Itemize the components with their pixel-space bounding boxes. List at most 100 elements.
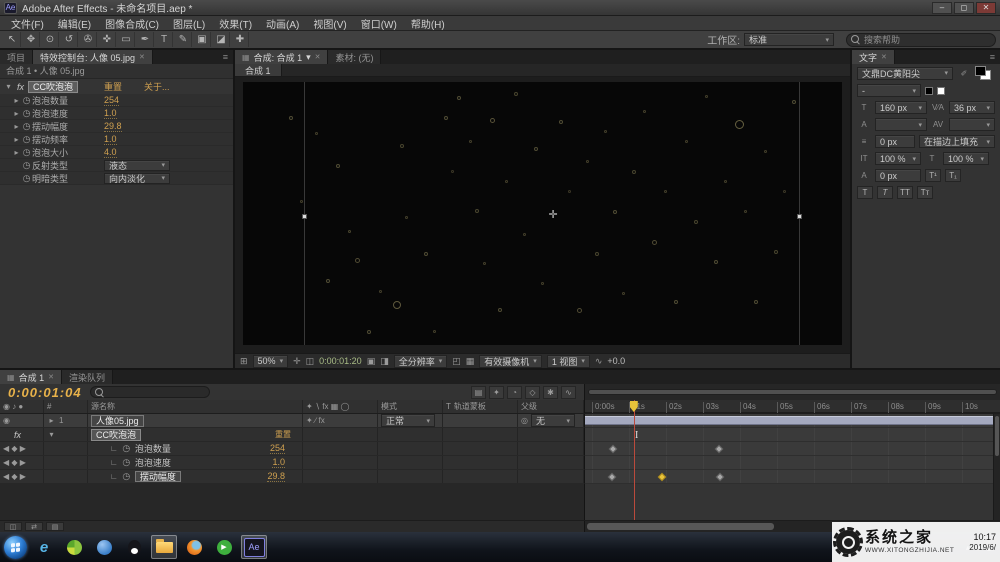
property-value[interactable]: 254 [270, 443, 285, 454]
snapshot-icon[interactable]: ▣ [367, 356, 376, 367]
layer-track[interactable] [585, 414, 1000, 428]
baseline-shift-select[interactable]: 0 px [875, 169, 921, 182]
keyframe-navigator[interactable]: ◀ ◆ ▶ [0, 456, 44, 469]
comp-mini-flowchart-icon[interactable]: ▤ [471, 386, 486, 399]
param-select[interactable]: 向内淡化 ▾ [104, 173, 170, 184]
menu-view[interactable]: 视图(V) [306, 16, 353, 31]
twirl-open-icon[interactable]: ▾ [4, 82, 13, 91]
maximize-button[interactable]: ◻ [954, 2, 974, 14]
property-value[interactable]: 1.0 [272, 457, 285, 468]
effect-name[interactable]: CC吹泡泡 [91, 429, 141, 441]
frame-blend-icon[interactable]: ◇ [525, 386, 540, 399]
layer-switches-icons[interactable]: ✦ ∕ fx [303, 414, 378, 427]
reset-link[interactable]: 重置 [104, 80, 122, 93]
exposure-value[interactable]: +0.0 [607, 356, 625, 366]
white-swatch[interactable] [937, 87, 945, 95]
layer-name[interactable]: 人像05.jpg [91, 415, 144, 427]
stopwatch-icon[interactable]: ◷ [21, 121, 32, 132]
rotation-tool-icon[interactable]: ↺ [61, 32, 78, 47]
start-button[interactable] [4, 536, 27, 559]
close-button[interactable]: ✕ [976, 2, 996, 14]
panel-menu-icon[interactable]: ≡ [985, 50, 1000, 64]
view-layout-select[interactable]: 1 视图 ▾ [547, 355, 590, 368]
twirl-closed-icon[interactable]: ▸ [12, 122, 21, 131]
superscript-button[interactable]: T¹ [925, 169, 941, 182]
stopwatch-icon[interactable]: ◷ [21, 134, 32, 145]
close-icon[interactable]: ✕ [48, 373, 54, 381]
param-value[interactable]: 254 [104, 95, 119, 106]
stopwatch-icon[interactable]: ◷ [21, 108, 32, 119]
param-value[interactable]: 4.0 [104, 147, 117, 158]
motion-blur-icon[interactable]: ✱ [543, 386, 558, 399]
faux-italic-button[interactable]: T [877, 186, 893, 199]
shy-layers-icon[interactable]: ◔ [507, 386, 522, 399]
expand-layer-switches-icon[interactable]: ◫ [4, 522, 22, 531]
expand-transfer-controls-icon[interactable]: ▤ [46, 522, 64, 531]
parent-pickwhip-icon[interactable]: ◎ [521, 416, 528, 425]
blend-mode-select[interactable]: 正常▾ [381, 414, 435, 427]
toggle-switches-modes-icon[interactable]: ⇄ [25, 522, 43, 531]
font-size-select[interactable]: 160 px ▾ [875, 101, 927, 114]
resolution-select[interactable]: 全分辨率 ▾ [394, 355, 448, 368]
time-ruler[interactable]: 0:00s01s02s03s04s05s06s07s08s09s10s [585, 400, 1000, 413]
type-tool-icon[interactable]: T [156, 32, 173, 47]
keyframe-track[interactable] [585, 456, 1000, 470]
property-name[interactable]: 摆动幅度 [135, 471, 181, 482]
stopwatch-icon[interactable]: ◷ [21, 147, 32, 158]
hand-tool-icon[interactable]: ✥ [23, 32, 40, 47]
camera-tool-icon[interactable]: ✇ [80, 32, 97, 47]
tab-timeline-comp[interactable]: ▦ 合成 1 ✕ [0, 370, 62, 384]
show-snapshot-icon[interactable]: ◨ [380, 356, 389, 367]
param-value[interactable]: 29.8 [104, 121, 122, 132]
keyframe-diamond[interactable] [609, 445, 617, 453]
zoom-select[interactable]: 50% ▾ [253, 355, 289, 368]
fill-color-swatch[interactable] [975, 66, 991, 80]
tab-project[interactable]: 项目 [0, 50, 33, 64]
parent-select[interactable]: 无▾ [531, 414, 575, 427]
keyframe-diamond[interactable] [658, 473, 666, 481]
trkmat-column[interactable]: T轨道蒙板 [443, 400, 518, 413]
vertical-scale-select[interactable]: 100 % ▾ [875, 152, 921, 165]
help-search-input[interactable] [864, 35, 974, 45]
property-row[interactable]: ◀ ◆ ▶ ∟◷泡泡速度1.0 [0, 456, 1000, 470]
stopwatch-icon[interactable]: ◷ [121, 443, 132, 454]
font-style-select[interactable]: - ▾ [857, 84, 921, 97]
about-link[interactable]: 关于... [144, 80, 170, 93]
grid-icon[interactable]: ⊞ [240, 356, 248, 367]
keyframe-diamond[interactable] [714, 445, 722, 453]
keyframe-navigator[interactable]: ◀ ◆ ▶ [0, 442, 44, 455]
parent-column[interactable]: 父级 [518, 400, 584, 413]
twirl-open-icon[interactable]: ▾ [47, 430, 56, 439]
tab-effect-controls[interactable]: 特效控制台: 人像 05.jpg ✕ [33, 50, 153, 64]
scrollbar-handle[interactable] [587, 523, 774, 530]
param-value[interactable]: 1.0 [104, 134, 117, 145]
layer-row[interactable]: ◉ ▸1 人像05.jpg ✦ ∕ fx 正常▾ ◎无▾ [0, 414, 1000, 428]
twirl-closed-icon[interactable]: ▸ [47, 416, 56, 425]
menu-help[interactable]: 帮助(H) [404, 16, 452, 31]
puppet-pin-tool-icon[interactable]: ✚ [232, 32, 249, 47]
taskbar-qq-icon[interactable] [121, 535, 147, 559]
menu-file[interactable]: 文件(F) [4, 16, 51, 31]
stopwatch-icon[interactable]: ◷ [121, 471, 132, 482]
mode-column[interactable]: 模式 [378, 400, 443, 413]
mask-toggle-icon[interactable]: ◫ [306, 356, 315, 367]
close-icon[interactable]: ✕ [315, 53, 321, 61]
param-value[interactable]: 1.0 [104, 108, 117, 119]
property-name[interactable]: 泡泡速度 [135, 456, 171, 469]
effect-name[interactable]: CC吹泡泡 [28, 81, 78, 93]
twirl-closed-icon[interactable]: ▸ [12, 148, 21, 157]
viewer-timecode[interactable]: 0:00:01:20 [319, 356, 362, 366]
safe-zones-icon[interactable]: ✛ [293, 356, 301, 367]
live-update-icon[interactable]: ✦ [489, 386, 504, 399]
pen-tool-icon[interactable]: ✒ [137, 32, 154, 47]
menu-animation[interactable]: 动画(A) [259, 16, 306, 31]
reset-link[interactable]: 重置 [275, 429, 291, 440]
small-caps-button[interactable]: Tт [917, 186, 933, 199]
layer-handle[interactable] [797, 214, 802, 219]
kerning-select[interactable]: 36 px ▾ [949, 101, 995, 114]
horizontal-scale-select[interactable]: 100 % ▾ [943, 152, 989, 165]
taskbar-firefox-icon[interactable] [181, 535, 207, 559]
taskbar-after-effects-icon[interactable]: Ae [241, 535, 267, 559]
tracking-select[interactable]: ▾ [949, 118, 995, 131]
tab-character[interactable]: 文字 ✕ [852, 50, 895, 64]
